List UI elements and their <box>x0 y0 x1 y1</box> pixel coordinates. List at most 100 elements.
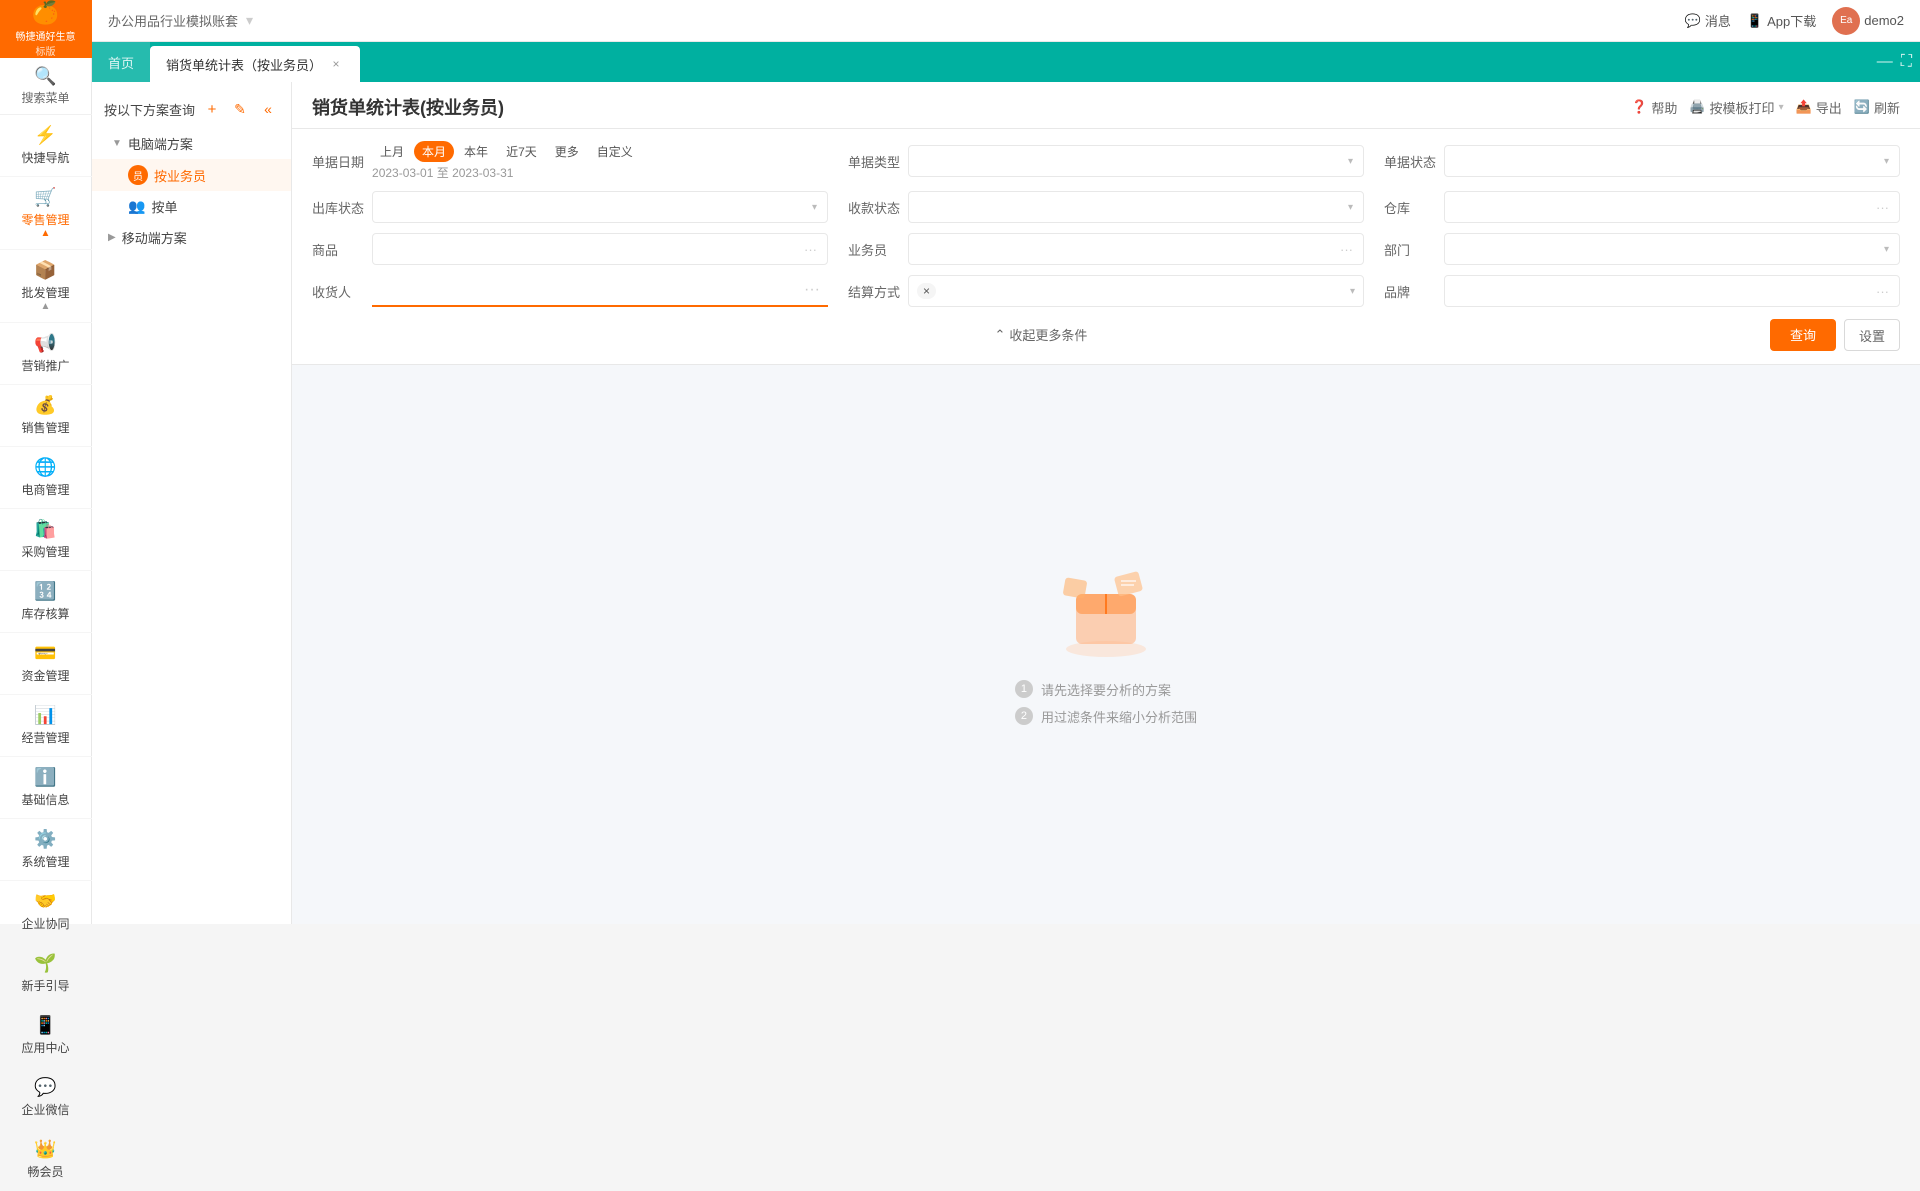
maximize-tab-icon[interactable]: ⛶ <box>1901 53 1912 71</box>
quicknav-icon: ⚡ <box>34 125 56 146</box>
goods-dots[interactable]: ··· <box>372 233 828 265</box>
warehouse-dots[interactable]: ··· <box>1444 191 1900 223</box>
sidebar-item-corpwechat[interactable]: 💬 企业微信 <box>0 1067 92 1129</box>
settlement-arrow[interactable]: ▾ <box>1350 286 1355 297</box>
print-icon: 🖨️ <box>1689 99 1705 115</box>
tree-child-order[interactable]: 👥 按单 <box>92 191 291 222</box>
collapse-panel-icon[interactable]: « <box>257 98 279 120</box>
message-btn[interactable]: 💬 消息 <box>1685 11 1731 30</box>
sidebar-item-basic[interactable]: ℹ️ 基础信息 <box>0 757 92 819</box>
main-area: 办公用品行业模拟账套 ▾ 💬 消息 📱 App下载 Ea demo2 首页 <box>92 0 1920 924</box>
filter-date-item: 单据日期 上月 本月 本年 近7天 更多 自定义 2023-03-01 至 20… <box>312 141 828 181</box>
app-download-btn[interactable]: 📱 App下载 <box>1747 11 1816 30</box>
help-action[interactable]: ❓ 帮助 <box>1631 98 1677 117</box>
print-dropdown-icon[interactable]: ▾ <box>1779 102 1784 113</box>
empty-state: 1 请先选择要分析的方案 2 用过滤条件来缩小分析范围 <box>292 365 1920 924</box>
docstatus-select[interactable]: ▾ <box>1444 145 1900 177</box>
sidebar-item-cooperation[interactable]: 🤝 企业协同 <box>0 881 92 943</box>
empty-tip-1: 1 请先选择要分析的方案 <box>1015 680 1197 699</box>
sidebar-item-quicknav[interactable]: ⚡ 快捷导航 <box>0 115 92 177</box>
brand-dots[interactable]: ··· <box>1444 275 1900 307</box>
department-control: ▾ <box>1444 233 1900 265</box>
wholesale-arrow: ▲ <box>41 301 51 312</box>
filter-payment-item: 收款状态 ▾ <box>848 191 1364 223</box>
filter-bottom-row: ⌃ 收起更多条件 查询 设置 <box>312 317 1900 352</box>
date-recent7-btn[interactable]: 近7天 <box>498 141 545 162</box>
date-curr-year-btn[interactable]: 本年 <box>456 141 496 162</box>
refresh-action[interactable]: 🔄 刷新 <box>1854 98 1900 117</box>
logo-text: 畅捷通好生意 <box>16 28 76 43</box>
doctype-select[interactable]: ▾ <box>908 145 1364 177</box>
dropdown-icon[interactable]: ▾ <box>246 12 253 29</box>
department-arrow: ▾ <box>1884 244 1889 255</box>
date-curr-month-btn[interactable]: 本月 <box>414 141 454 162</box>
collapse-btn[interactable]: ⌃ 收起更多条件 <box>995 317 1088 352</box>
settings-btn[interactable]: 设置 <box>1844 319 1900 351</box>
refresh-label: 刷新 <box>1874 98 1900 117</box>
child-order-label: 按单 <box>151 197 177 216</box>
receiver-control: ··· <box>372 275 828 307</box>
sidebar-item-sales[interactable]: 💰 销售管理 <box>0 385 92 447</box>
date-more-btn[interactable]: 更多 <box>547 141 587 162</box>
payment-select[interactable]: ▾ <box>908 191 1364 223</box>
tab-home[interactable]: 首页 <box>92 42 150 82</box>
minimize-tab-icon[interactable]: — <box>1877 53 1893 71</box>
topbar-right: 💬 消息 📱 App下载 Ea demo2 <box>1685 7 1904 35</box>
tip-1-num: 1 <box>1015 680 1033 698</box>
sidebar-item-newbie[interactable]: 🌱 新手引导 <box>0 943 92 1005</box>
tree-pc-scheme[interactable]: ▼ 电脑端方案 <box>92 128 291 159</box>
sidebar-search-item[interactable]: 🔍 搜索菜单 <box>0 58 92 115</box>
topbar: 办公用品行业模拟账套 ▾ 💬 消息 📱 App下载 Ea demo2 <box>92 0 1920 42</box>
add-scheme-icon[interactable]: + <box>201 98 223 120</box>
sidebar-item-system[interactable]: ⚙️ 系统管理 <box>0 819 92 881</box>
user-avatar-area[interactable]: Ea demo2 <box>1832 7 1904 35</box>
brand-control: ··· <box>1444 275 1900 307</box>
sidebar-item-retail[interactable]: 🛒 零售管理 ▲ <box>0 177 92 250</box>
receiver-dots-icon[interactable]: ··· <box>804 281 820 299</box>
sidebar-item-marketing[interactable]: 📢 营销推广 <box>0 323 92 385</box>
sidebar-item-operations[interactable]: 📊 经营管理 <box>0 695 92 757</box>
date-prev-month-btn[interactable]: 上月 <box>372 141 412 162</box>
query-btn[interactable]: 查询 <box>1770 319 1836 351</box>
outstatus-select[interactable]: ▾ <box>372 191 828 223</box>
tree-child-salesperson[interactable]: 员 按业务员 <box>92 159 291 191</box>
docstatus-arrow: ▾ <box>1884 156 1889 167</box>
system-icon: ⚙️ <box>34 829 56 850</box>
page-header: 销货单统计表(按业务员) ❓ 帮助 🖨️ 按模板打印 ▾ 📤 导出 <box>292 82 1920 129</box>
filter-outstatus-item: 出库状态 ▾ <box>312 191 828 223</box>
filter-settlement-item: 结算方式 × ▾ <box>848 275 1364 307</box>
sidebar-item-appcenter[interactable]: 📱 应用中心 <box>0 1005 92 1067</box>
tab-sales-stats[interactable]: 销货单统计表（按业务员） × <box>150 46 360 82</box>
export-action[interactable]: 📤 导出 <box>1796 98 1842 117</box>
doctype-label: 单据类型 <box>848 152 900 171</box>
date-custom-btn[interactable]: 自定义 <box>589 141 641 162</box>
operations-label: 经营管理 <box>21 729 69 746</box>
sidebar-item-member[interactable]: 👑 畅会员 <box>0 1129 92 1191</box>
sidebar-item-finance[interactable]: 💳 资金管理 <box>0 633 92 695</box>
sidebar-item-ecommerce[interactable]: 🌐 电商管理 <box>0 447 92 509</box>
filter-brand-item: 品牌 ··· <box>1384 275 1900 307</box>
tree-mobile-scheme[interactable]: ▶ 移动端方案 <box>92 222 291 253</box>
active-tab-label: 销货单统计表（按业务员） <box>166 55 322 74</box>
username-label: demo2 <box>1864 13 1904 28</box>
tab-close-icon[interactable]: × <box>328 56 344 72</box>
sidebar-item-wholesale[interactable]: 📦 批发管理 ▲ <box>0 250 92 323</box>
receiver-input[interactable] <box>380 283 804 298</box>
date-control: 上月 本月 本年 近7天 更多 自定义 2023-03-01 至 2023-03… <box>372 141 828 181</box>
filter-row-3: 商品 ··· 业务员 ··· <box>312 233 1900 265</box>
settlement-tag-control[interactable]: × ▾ <box>908 275 1364 307</box>
settlement-tag-close[interactable]: × <box>923 284 930 298</box>
warehouse-label: 仓库 <box>1384 198 1436 217</box>
app-name: 办公用品行业模拟账套 <box>108 11 238 30</box>
sidebar: 🍊 畅捷通好生意 标版 🔍 搜索菜单 ⚡ 快捷导航 🛒 零售管理 ▲ 📦 批发管… <box>0 0 92 924</box>
edit-scheme-icon[interactable]: ✎ <box>229 98 251 120</box>
logo[interactable]: 🍊 畅捷通好生意 标版 <box>0 0 92 58</box>
salesperson-dots[interactable]: ··· <box>908 233 1364 265</box>
ecommerce-icon: 🌐 <box>34 457 56 478</box>
sidebar-item-purchase[interactable]: 🛍️ 采购管理 <box>0 509 92 571</box>
department-select[interactable]: ▾ <box>1444 233 1900 265</box>
sidebar-item-inventory[interactable]: 🔢 库存核算 <box>0 571 92 633</box>
tab-actions: — ⛶ <box>1877 53 1920 71</box>
print-action[interactable]: 🖨️ 按模板打印 ▾ <box>1689 98 1783 117</box>
retail-icon: 🛒 <box>34 187 56 208</box>
